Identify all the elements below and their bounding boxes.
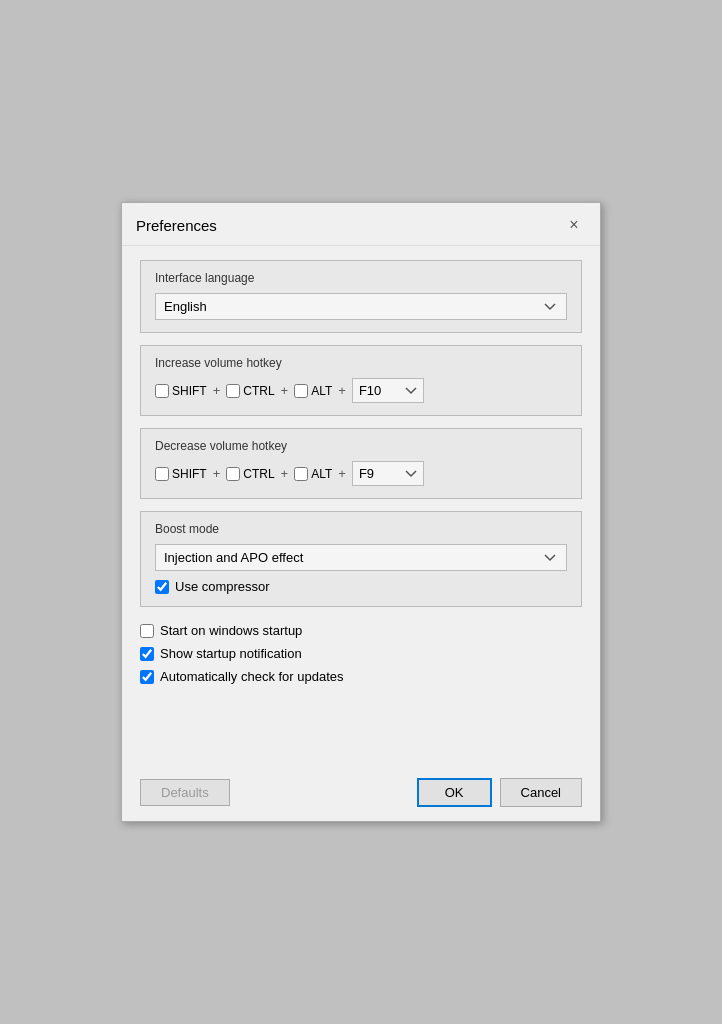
plus-1: + [213, 383, 221, 398]
increase-alt-label: ALT [311, 384, 332, 398]
decrease-plus-1: + [213, 466, 221, 481]
decrease-hotkey-row: SHIFT + CTRL + ALT + F1F2F3F4 F5F6F7F8 F… [155, 461, 567, 486]
title-bar: Preferences × [122, 203, 600, 246]
boost-mode-section: Boost mode Injection and APO effect Inje… [140, 511, 582, 607]
decrease-shift-checkbox[interactable] [155, 467, 169, 481]
increase-shift-label: SHIFT [172, 384, 207, 398]
decrease-alt-group: ALT [294, 467, 332, 481]
decrease-shift-label: SHIFT [172, 467, 207, 481]
boost-mode-label: Boost mode [155, 522, 567, 536]
decrease-alt-checkbox[interactable] [294, 467, 308, 481]
boost-mode-select[interactable]: Injection and APO effect Injection only … [155, 544, 567, 571]
dialog-title: Preferences [136, 217, 217, 234]
start-startup-label[interactable]: Start on windows startup [160, 623, 302, 638]
cancel-button[interactable]: Cancel [500, 778, 582, 807]
increase-alt-group: ALT [294, 384, 332, 398]
use-compressor-row: Use compressor [155, 579, 567, 594]
auto-update-checkbox[interactable] [140, 670, 154, 684]
increase-hotkey-row: SHIFT + CTRL + ALT + F1F2F3F4 F5F6F7F8 F… [155, 378, 567, 403]
show-notification-checkbox[interactable] [140, 647, 154, 661]
decrease-plus-2: + [281, 466, 289, 481]
start-startup-checkbox[interactable] [140, 624, 154, 638]
increase-ctrl-group: CTRL [226, 384, 274, 398]
increase-hotkey-label: Increase volume hotkey [155, 356, 567, 370]
plus-2: + [281, 383, 289, 398]
interface-language-label: Interface language [155, 271, 567, 285]
footer-right-buttons: OK Cancel [417, 778, 582, 807]
use-compressor-label[interactable]: Use compressor [175, 579, 270, 594]
language-select[interactable]: English Russian German French Spanish [155, 293, 567, 320]
increase-key-select[interactable]: F1F2F3F4 F5F6F7F8 F9F10F11F12 [352, 378, 424, 403]
ok-button[interactable]: OK [417, 778, 492, 807]
show-notification-row: Show startup notification [140, 646, 582, 661]
decrease-plus-3: + [338, 466, 346, 481]
decrease-hotkey-section: Decrease volume hotkey SHIFT + CTRL + AL… [140, 428, 582, 499]
decrease-hotkey-label: Decrease volume hotkey [155, 439, 567, 453]
auto-update-row: Automatically check for updates [140, 669, 582, 684]
increase-hotkey-section: Increase volume hotkey SHIFT + CTRL + AL… [140, 345, 582, 416]
use-compressor-checkbox[interactable] [155, 580, 169, 594]
decrease-ctrl-label: CTRL [243, 467, 274, 481]
startup-row: Start on windows startup [140, 623, 582, 638]
decrease-ctrl-group: CTRL [226, 467, 274, 481]
preferences-dialog: Preferences × Interface language English… [121, 202, 601, 822]
increase-shift-group: SHIFT [155, 384, 207, 398]
dialog-footer: Defaults OK Cancel [122, 768, 600, 821]
decrease-ctrl-checkbox[interactable] [226, 467, 240, 481]
show-notification-label[interactable]: Show startup notification [160, 646, 302, 661]
plus-3: + [338, 383, 346, 398]
decrease-alt-label: ALT [311, 467, 332, 481]
defaults-button[interactable]: Defaults [140, 779, 230, 806]
decrease-key-select[interactable]: F1F2F3F4 F5F6F7F8 F9F10F11F12 [352, 461, 424, 486]
auto-update-label[interactable]: Automatically check for updates [160, 669, 344, 684]
interface-language-section: Interface language English Russian Germa… [140, 260, 582, 333]
close-button[interactable]: × [562, 213, 586, 237]
decrease-shift-group: SHIFT [155, 467, 207, 481]
increase-ctrl-label: CTRL [243, 384, 274, 398]
increase-ctrl-checkbox[interactable] [226, 384, 240, 398]
increase-alt-checkbox[interactable] [294, 384, 308, 398]
standalone-checkboxes: Start on windows startup Show startup no… [140, 619, 582, 688]
dialog-body: Interface language English Russian Germa… [122, 246, 600, 768]
increase-shift-checkbox[interactable] [155, 384, 169, 398]
